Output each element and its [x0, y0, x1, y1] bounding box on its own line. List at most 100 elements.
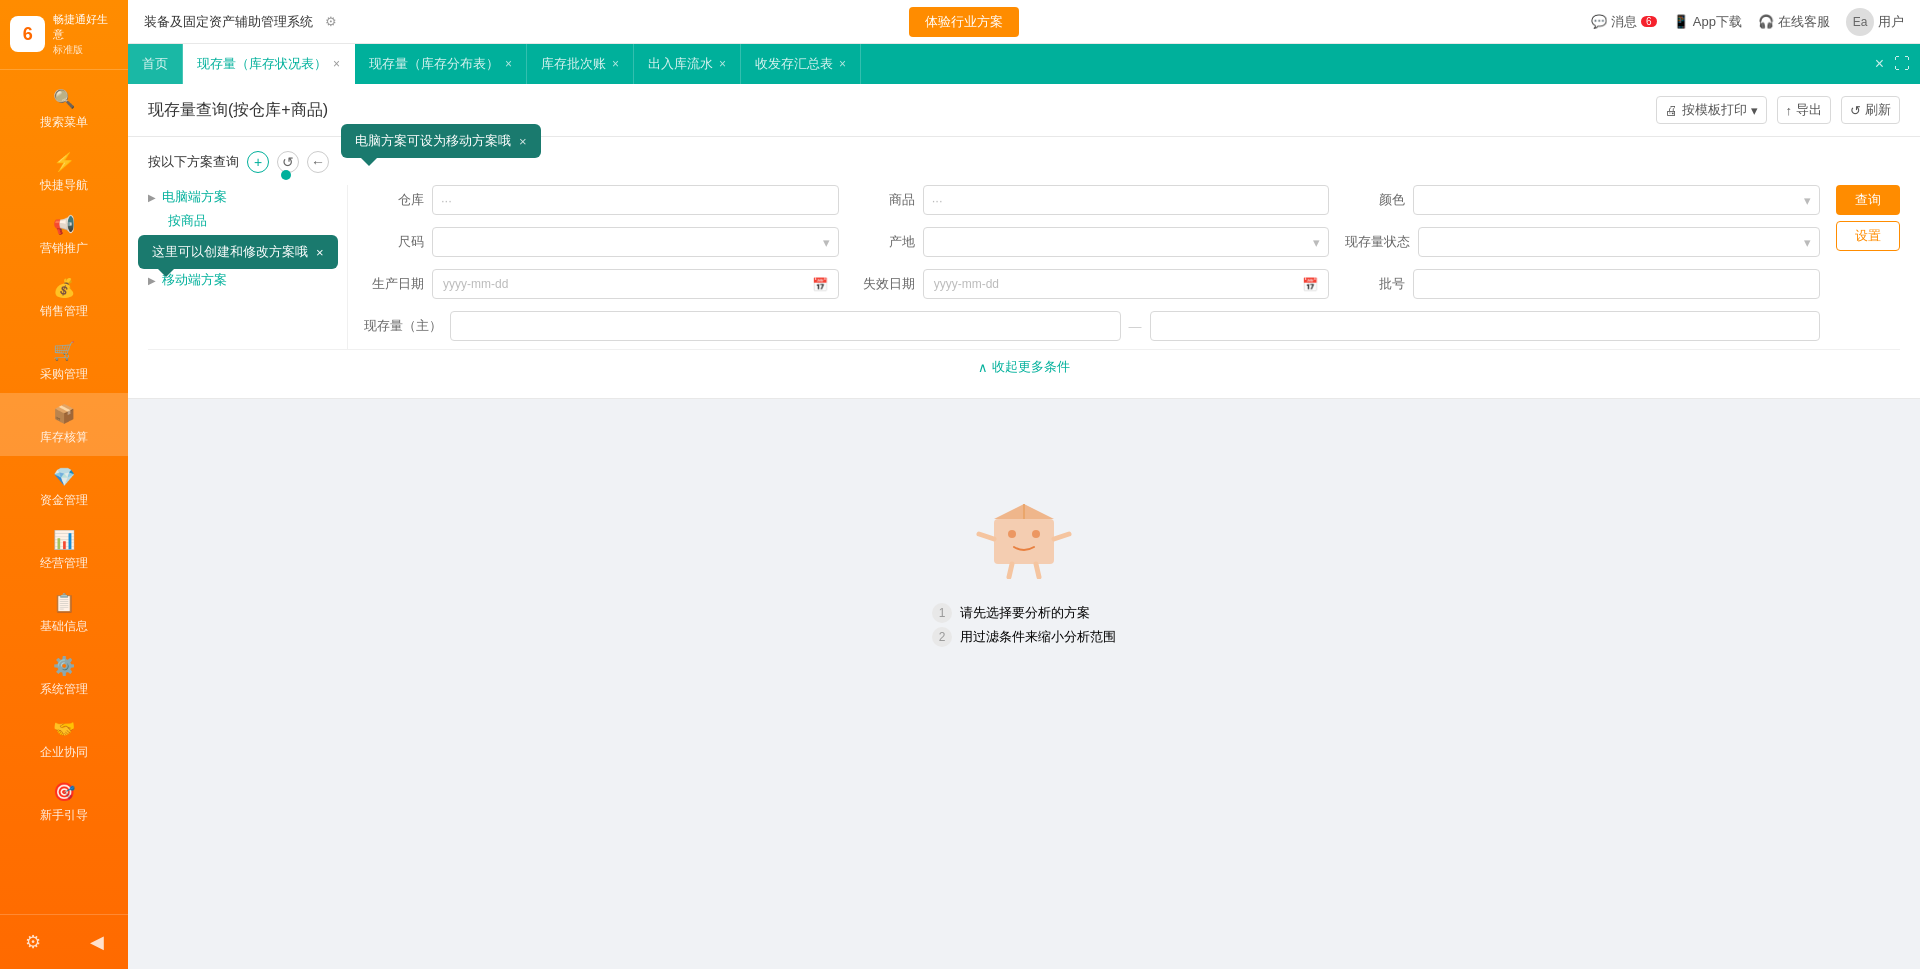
- scheme-pc-child-goods[interactable]: 按商品: [168, 209, 331, 233]
- batch-no-input[interactable]: [1413, 269, 1820, 299]
- sidebar-item-sales[interactable]: 💰 销售管理: [0, 267, 128, 330]
- query-btn[interactable]: 查询: [1836, 185, 1900, 215]
- tab-close-recv-send[interactable]: ×: [839, 57, 846, 71]
- search-icon: 🔍: [53, 88, 75, 110]
- tab-close-batch-account[interactable]: ×: [612, 57, 619, 71]
- warehouse-select[interactable]: ···: [432, 185, 839, 215]
- tab-close-in-out-flow[interactable]: ×: [719, 57, 726, 71]
- sidebar-item-inventory[interactable]: 📦 库存核算: [0, 393, 128, 456]
- topbar-left: 装备及固定资产辅助管理系统 ⚙: [144, 13, 337, 31]
- sidebar-item-purchase[interactable]: 🛒 采购管理: [0, 330, 128, 393]
- logo-text: 畅捷通好生意 标准版: [53, 12, 118, 57]
- refresh-btn[interactable]: ↺ 刷新: [1841, 96, 1900, 124]
- message-btn[interactable]: 💬 消息 6: [1591, 13, 1657, 31]
- tab-inventory-status[interactable]: 现存量（库存状况表） ×: [183, 44, 355, 84]
- sidebar-item-search[interactable]: 🔍 搜索菜单: [0, 78, 128, 141]
- empty-hints: 1 请先选择要分析的方案 2 用过滤条件来缩小分析范围: [932, 599, 1116, 651]
- tab-close-all-btn[interactable]: ×: [1875, 55, 1884, 73]
- stock-status-select[interactable]: ▾: [1418, 227, 1820, 257]
- scheme-tooltip2-popup: 这里可以创建和修改方案哦 ×: [138, 235, 338, 269]
- sidebar-item-operations[interactable]: 📊 经营管理: [0, 519, 128, 582]
- trial-plan-button[interactable]: 体验行业方案: [909, 7, 1019, 37]
- sidebar-item-guide[interactable]: 🎯 新手引导: [0, 771, 128, 834]
- calendar-icon-prod[interactable]: 📅: [812, 277, 828, 292]
- ellipsis-icon-2: ···: [932, 193, 943, 208]
- tab-close-inventory-status[interactable]: ×: [333, 57, 340, 71]
- scheme-pc-parent[interactable]: ▶ 电脑端方案: [148, 185, 331, 209]
- print-template-btn[interactable]: 🖨 按模板打印 ▾: [1656, 96, 1767, 124]
- sidebar-item-system[interactable]: ⚙️ 系统管理: [0, 645, 128, 708]
- expire-date-input[interactable]: yyyy-mm-dd 📅: [923, 269, 1330, 299]
- empty-illustration: [974, 479, 1074, 579]
- filter-section-label: 按以下方案查询: [148, 153, 239, 171]
- sidebar-item-marketing[interactable]: 📢 营销推广: [0, 204, 128, 267]
- logo-area: 6 畅捷通好生意 标准版: [0, 0, 128, 70]
- tabs-right-controls: × ⛶: [1865, 44, 1920, 84]
- hint-num-2: 2: [932, 627, 952, 647]
- stock-main-from-input[interactable]: [450, 311, 1121, 341]
- svg-rect-0: [994, 519, 1054, 564]
- arrow-left-icon: ←: [311, 154, 325, 170]
- sidebar-item-basic[interactable]: 📋 基础信息: [0, 582, 128, 645]
- sidebar-item-enterprise[interactable]: 🤝 企业协同: [0, 708, 128, 771]
- tooltip2-close-btn[interactable]: ×: [316, 245, 324, 260]
- filter-header: 按以下方案查询 + ↺ ← 电脑方案可设为移动方案哦 ×: [148, 151, 1900, 173]
- empty-hint-1: 1 请先选择要分析的方案: [932, 603, 1116, 623]
- headset-icon: 🎧: [1758, 14, 1774, 29]
- topbar-settings-icon[interactable]: ⚙: [325, 14, 337, 29]
- content-body: 1 请先选择要分析的方案 2 用过滤条件来缩小分析范围: [128, 399, 1920, 731]
- filter-size: 尺码 ▾: [364, 227, 839, 257]
- size-select[interactable]: ▾: [432, 227, 839, 257]
- tab-batch-account[interactable]: 库存批次账 ×: [527, 44, 634, 84]
- sidebar-item-finance[interactable]: 💎 资金管理: [0, 456, 128, 519]
- gem-icon: 💎: [53, 466, 75, 488]
- plus-icon: +: [254, 154, 262, 170]
- tab-close-inventory-dist[interactable]: ×: [505, 57, 512, 71]
- chevron-up-icon: ∧: [978, 360, 988, 375]
- tab-in-out-flow[interactable]: 出入库流水 ×: [634, 44, 741, 84]
- page-actions: 🖨 按模板打印 ▾ ↑ 导出 ↺ 刷新: [1656, 96, 1901, 124]
- refresh-icon: ↺: [1850, 103, 1861, 118]
- tab-recv-send[interactable]: 收发存汇总表 ×: [741, 44, 861, 84]
- export-btn[interactable]: ↑ 导出: [1777, 96, 1832, 124]
- inventory-status-tab-label: 现存量（库存状况表）: [197, 55, 327, 73]
- sidebar-item-label: 系统管理: [40, 681, 88, 698]
- prod-date-input[interactable]: yyyy-mm-dd 📅: [432, 269, 839, 299]
- tab-inventory-dist[interactable]: 现存量（库存分布表） ×: [355, 44, 527, 84]
- app-download-btn[interactable]: 📱 App下载: [1673, 13, 1742, 31]
- reset-btn[interactable]: 设置: [1836, 221, 1900, 251]
- collapse-bar[interactable]: ∧ 收起更多条件: [148, 349, 1900, 384]
- tooltip-close-btn[interactable]: ×: [519, 134, 527, 149]
- export-icon: ↑: [1786, 103, 1793, 118]
- megaphone-icon: 📢: [53, 214, 75, 236]
- origin-select[interactable]: ▾: [923, 227, 1330, 257]
- collapse-label: 收起更多条件: [992, 358, 1070, 376]
- scheme-mobile-parent[interactable]: ▶ 移动端方案: [148, 268, 331, 292]
- tab-fullscreen-btn[interactable]: ⛶: [1894, 55, 1910, 73]
- collapse-btn[interactable]: ◀: [84, 925, 110, 959]
- tab-home[interactable]: 首页: [128, 44, 183, 84]
- warehouse-label: 仓库: [364, 191, 424, 209]
- goods-select[interactable]: ···: [923, 185, 1330, 215]
- filter-expire-date: 失效日期 yyyy-mm-dd 📅: [855, 269, 1330, 299]
- filter-color: 颜色 ▾: [1345, 185, 1820, 215]
- hint-text-2: 用过滤条件来缩小分析范围: [960, 628, 1116, 646]
- filter-fields-panel: 仓库 ··· 商品 ··· 颜色: [348, 185, 1820, 349]
- stock-main-to-input[interactable]: [1150, 311, 1821, 341]
- topbar-actions: 体验行业方案: [909, 7, 1019, 37]
- sidebar-bottom: ⚙ ◀: [0, 914, 128, 969]
- user-btn[interactable]: Ea 用户: [1846, 8, 1904, 36]
- filter-warehouse: 仓库 ···: [364, 185, 839, 215]
- empty-hint-2: 2 用过滤条件来缩小分析范围: [932, 627, 1116, 647]
- settings-btn[interactable]: ⚙: [19, 925, 47, 959]
- box-icon: 📦: [53, 403, 75, 425]
- inventory-dist-tab-label: 现存量（库存分布表）: [369, 55, 499, 73]
- calendar-icon-expire[interactable]: 📅: [1302, 277, 1318, 292]
- back-scheme-btn[interactable]: ←: [307, 151, 329, 173]
- ellipsis-icon: ···: [441, 193, 452, 208]
- add-scheme-btn[interactable]: +: [247, 151, 269, 173]
- online-service-btn[interactable]: 🎧 在线客服: [1758, 13, 1830, 31]
- sidebar-item-quicknav[interactable]: ⚡ 快捷导航: [0, 141, 128, 204]
- color-select[interactable]: ▾: [1413, 185, 1820, 215]
- target-icon: 🎯: [53, 781, 75, 803]
